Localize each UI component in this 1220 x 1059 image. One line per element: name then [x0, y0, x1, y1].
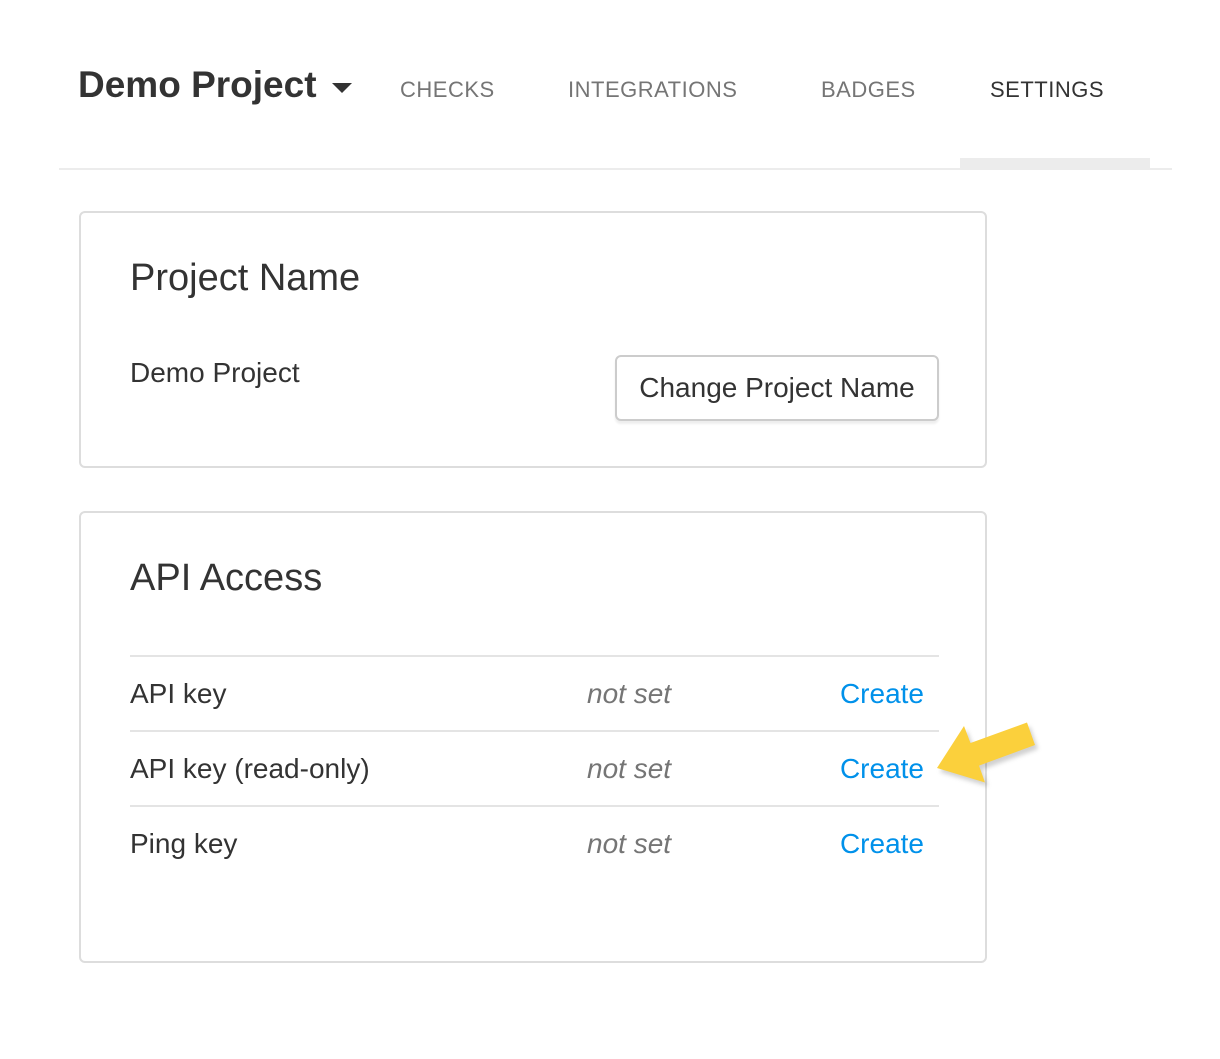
nav-divider	[59, 168, 1172, 170]
tab-settings[interactable]: SETTINGS	[990, 77, 1104, 103]
row-value: not set	[587, 828, 840, 860]
row-label: Ping key	[130, 828, 587, 860]
project-name-card: Project Name Demo Project Change Project…	[79, 211, 987, 468]
project-name-card-title: Project Name	[130, 259, 360, 297]
api-access-card-title: API Access	[130, 559, 322, 597]
current-project-name: Demo Project	[130, 359, 300, 387]
project-selector-dropdown[interactable]: Demo Project	[78, 66, 352, 103]
project-selector-label: Demo Project	[78, 66, 317, 103]
tab-checks[interactable]: CHECKS	[400, 77, 495, 103]
chevron-down-icon	[332, 83, 352, 93]
row-label: API key (read-only)	[130, 753, 587, 785]
create-ping-key-link[interactable]: Create	[840, 828, 939, 860]
settings-page: Demo Project CHECKS INTEGRATIONS BADGES …	[0, 0, 1220, 1059]
api-keys-table: API key not set Create API key (read-onl…	[130, 655, 939, 880]
row-label: API key	[130, 678, 587, 710]
row-value: not set	[587, 753, 840, 785]
table-row-api-key-read-only: API key (read-only) not set Create	[130, 730, 939, 805]
table-row-api-key: API key not set Create	[130, 655, 939, 730]
create-api-key-link[interactable]: Create	[840, 678, 939, 710]
create-readonly-api-key-link[interactable]: Create	[840, 753, 939, 785]
table-row-ping-key: Ping key not set Create	[130, 805, 939, 880]
row-value: not set	[587, 678, 840, 710]
tab-badges[interactable]: BADGES	[821, 77, 916, 103]
change-project-name-button[interactable]: Change Project Name	[615, 355, 939, 421]
api-access-card: API Access API key not set Create API ke…	[79, 511, 987, 963]
tab-integrations[interactable]: INTEGRATIONS	[568, 77, 737, 103]
